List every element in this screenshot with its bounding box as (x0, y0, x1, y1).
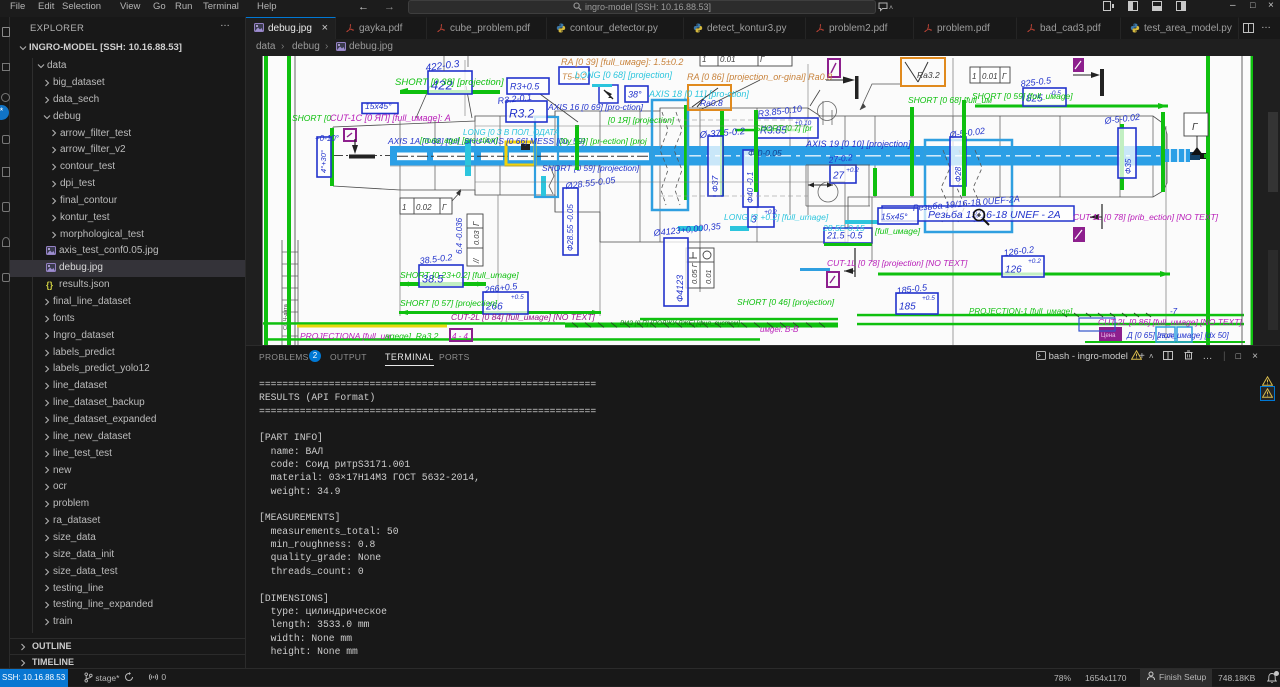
svg-text:0.01: 0.01 (704, 269, 713, 284)
svg-text:+0.2: +0.2 (846, 167, 859, 174)
svg-text:4°+30°: 4°+30° (319, 150, 328, 173)
svg-text:Г: Г (472, 221, 481, 226)
svg-text:CUT-2L [0 84] [full_имage] [NO: CUT-2L [0 84] [full_имage] [NO TEXT] (451, 312, 595, 322)
svg-text:Ф-0-0.05: Ф-0-0.05 (748, 148, 782, 158)
svg-text:SHORT [0 46] [projection]: SHORT [0 46] [projection] (737, 297, 835, 307)
svg-text:SHORT [0 59] [projection]: SHORT [0 59] [projection] (542, 163, 640, 173)
svg-text:38°: 38° (628, 90, 642, 100)
svg-text:Г: Г (442, 203, 447, 212)
svg-text:[0у_59] [pr-ection] [proj: [0у_59] [pr-ection] [proj (559, 136, 648, 146)
svg-text:SHORT [0 7] [pr: SHORT [0 7] [pr (755, 124, 813, 133)
svg-text:AXIS 18 [0 11] [pro-ction]: AXIS 18 [0 11] [pro-ction] (648, 89, 749, 99)
svg-text:agege]. Ra3.2: agege]. Ra3.2 (385, 331, 439, 341)
svg-text:15х45°: 15х45° (881, 212, 908, 222)
svg-text:Ф40 -0.1: Ф40 -0.1 (746, 172, 755, 203)
svg-text:CUT-2L [0 86] [full_имage] [NO: CUT-2L [0 86] [full_имage] [NO TEXT] (1098, 317, 1242, 327)
svg-text:Г: Г (1002, 72, 1007, 81)
svg-text:Ra3.2: Ra3.2 (917, 70, 940, 80)
svg-text:RA [0 86] [projection_or-ginal: RA [0 86] [projection_or-ginal] Ra0.8 (687, 72, 832, 82)
svg-text:Ф4123: Ф4123 (675, 275, 685, 302)
svg-text:R3+0.5: R3+0.5 (510, 82, 540, 92)
svg-text:SHORT [0 59] [full_имаge]: SHORT [0 59] [full_имаge] (972, 91, 1073, 101)
svg-text:126: 126 (1005, 265, 1022, 276)
svg-text:Ф28.55 -0.05: Ф28.55 -0.05 (566, 204, 575, 251)
svg-text:+0.2: +0.2 (1028, 258, 1041, 265)
svg-text:имgel: B-B: имgel: B-B (760, 325, 799, 334)
svg-text:LONG [З +0.2] [full_иmage]: LONG [З +0.2] [full_иmage] (724, 212, 829, 222)
svg-text:+0.5: +0.5 (511, 294, 524, 301)
svg-text:1: 1 (402, 203, 406, 212)
svg-text:LONG [0 З В ПОЛ_ОДАТА: LONG [0 З В ПОЛ_ОДАТА (463, 128, 559, 137)
svg-text:Цена: Цена (1101, 333, 1116, 339)
svg-text:[поли_age] [pro-ction]: [поли_age] [pro-ction] (419, 136, 498, 145)
svg-text:1: 1 (972, 72, 976, 81)
svg-text:4 - 4: 4 - 4 (452, 332, 469, 341)
svg-text:0.01: 0.01 (720, 56, 736, 64)
svg-text:AXIS 19 [0 10] [projection]: AXIS 19 [0 10] [projection] (805, 139, 911, 149)
svg-text:Ф37: Ф37 (710, 176, 720, 192)
svg-text:PROJECTION-1 [full_имage]: PROJECTION-1 [full_имage] (969, 307, 1073, 316)
svg-text:CUT-1L [0 78] [prib_ection] [N: CUT-1L [0 78] [prib_ection] [NO TEXT] (1073, 212, 1219, 222)
svg-text:Ф35: Ф35 (1124, 158, 1133, 174)
svg-text:27: 27 (832, 171, 845, 182)
svg-text:Д [0 65] [пол_имage] [dx 50]: Д [0 65] [пол_имage] [dx 50] (1126, 331, 1229, 340)
svg-text:SHORT [0 23+0.2] [full_иmage]: SHORT [0 23+0.2] [full_иmage] (400, 270, 519, 280)
svg-text:ВИЗ [0.П] [ПОЛЖУ ЛЖЕ] [фил_сис: ВИЗ [0.П] [ПОЛЖУ ЛЖЕ] [фил_систем] (620, 320, 740, 327)
svg-text:28.5Е-0.15: 28.5Е-0.15 (822, 223, 865, 233)
svg-text:RA [0 39] [full_имage]: 1.5±0.: RA [0 39] [full_имage]: 1.5±0.2 (561, 57, 683, 67)
svg-text:Ф28: Ф28 (954, 166, 963, 182)
svg-text:LONG [0 68] [projection]: LONG [0 68] [projection] (575, 70, 673, 80)
svg-text:0.02: 0.02 (416, 203, 432, 212)
svg-text:6.4 -0.036: 6.4 -0.036 (455, 217, 464, 254)
svg-text:+0.5: +0.5 (922, 295, 935, 302)
svg-text:Резьба 13/16-18 UNEF - 2А: Резьба 13/16-18 UNEF - 2А (928, 209, 1061, 221)
svg-text:1: 1 (702, 56, 706, 64)
svg-text:0.01: 0.01 (982, 72, 998, 81)
svg-text://: // (472, 258, 481, 264)
svg-text:SHORT [0: SHORT [0 (292, 113, 331, 123)
svg-text:[full_имage]: [full_имage] (874, 226, 921, 236)
svg-text:Ra0.8: Ra0.8 (700, 98, 723, 108)
svg-text:PROJECTIONA [full_им: PROJECTIONA [full_им (300, 331, 391, 341)
svg-text:CUT-1L [0 78] [projection] [NO: CUT-1L [0 78] [projection] [NO TEXT] (827, 258, 968, 268)
svg-text:-7: -7 (1170, 307, 1178, 316)
svg-text:Г: Г (760, 56, 765, 64)
svg-text:SHORT [0 38] [projection]: SHORT [0 38] [projection] (395, 77, 504, 88)
svg-text:R3.2: R3.2 (509, 107, 535, 121)
svg-text:CUT-1C [0 ЯП] [full_имаge]: A: CUT-1C [0 ЯП] [full_имаge]: A (330, 113, 451, 123)
svg-text:SHORT [0 57] [projection]: SHORT [0 57] [projection] (400, 298, 498, 308)
svg-text:0.05 Г: 0.05 Г (690, 262, 699, 284)
svg-text:185: 185 (899, 302, 916, 313)
svg-text:15х45°: 15х45° (365, 101, 392, 111)
svg-text:+0-10°: +0-10° (315, 134, 340, 143)
svg-text:0.03: 0.03 (472, 230, 481, 245)
svg-text:AXIS 16 [0 69] [pro-ction]: AXIS 16 [0 69] [pro-ction] (547, 102, 644, 112)
